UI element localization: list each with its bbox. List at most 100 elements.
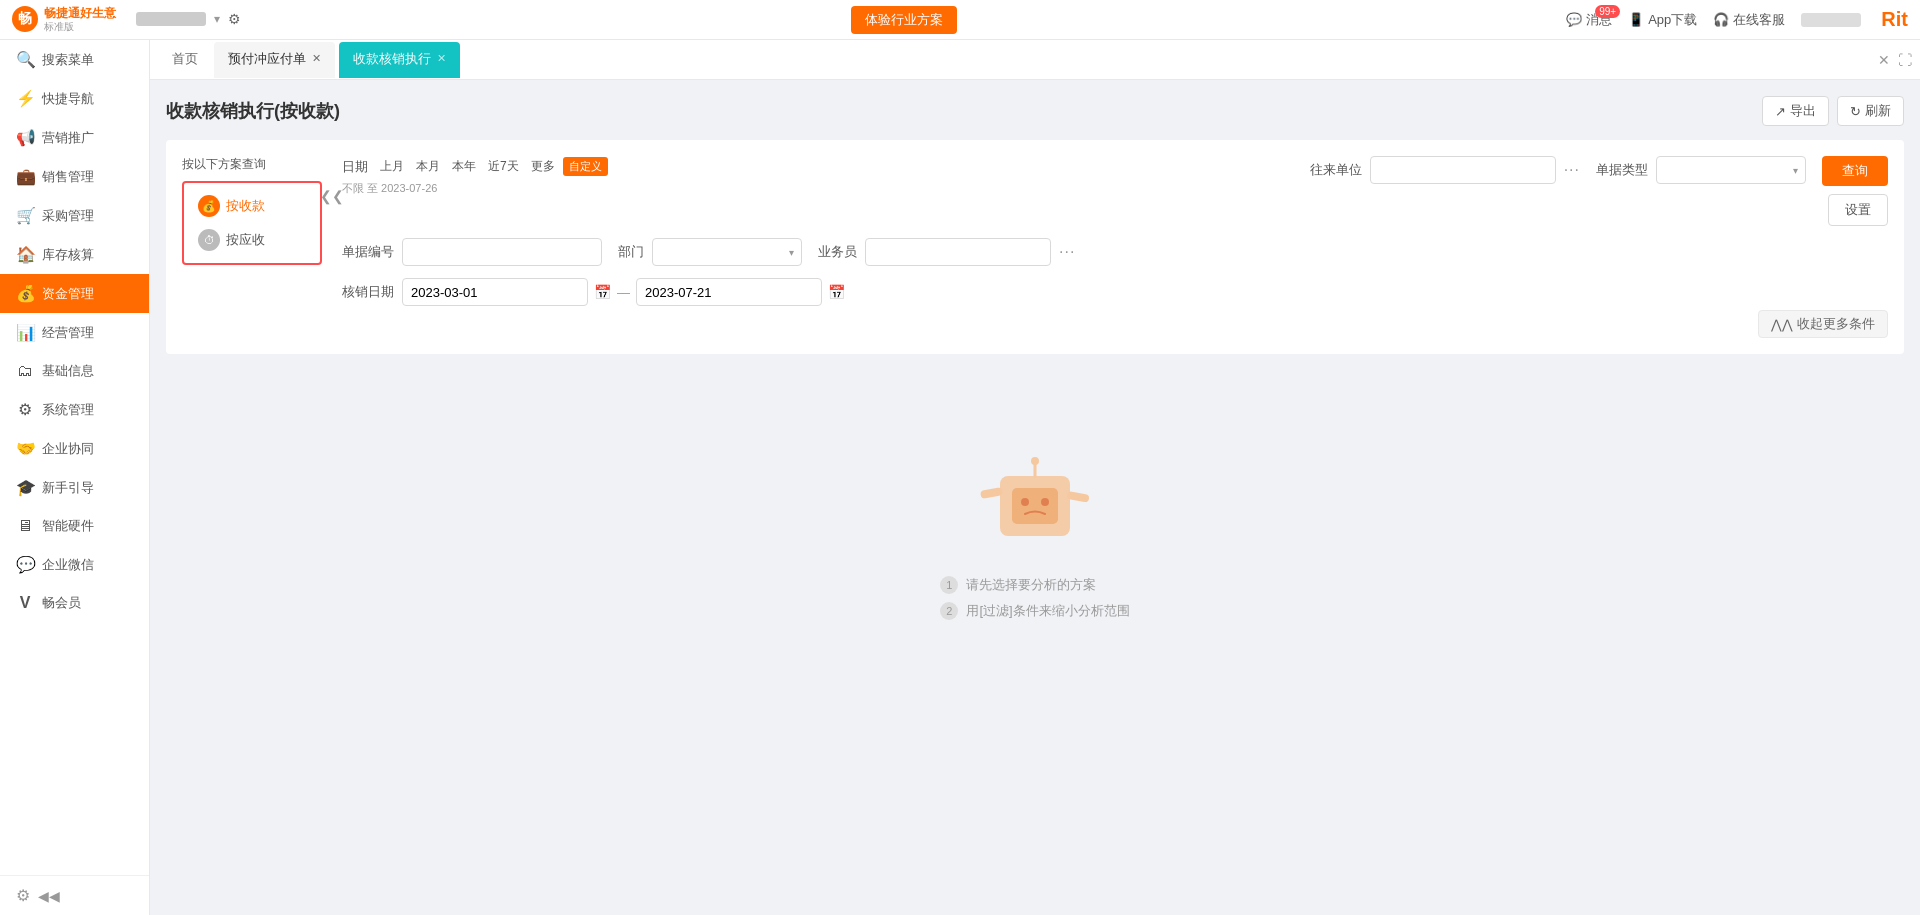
- step-1-number: 1: [940, 576, 958, 594]
- sidebar-collapse-button[interactable]: ◀◀: [38, 888, 60, 904]
- filter-row-3: 核销日期 📅 — 📅: [342, 278, 1888, 306]
- date-more[interactable]: 更多: [527, 156, 559, 177]
- sidebar-label-marketing: 营销推广: [42, 129, 94, 147]
- industry-button[interactable]: 体验行业方案: [851, 6, 957, 34]
- date-custom-badge[interactable]: 自定义: [563, 157, 608, 176]
- sidebar-label-shortcut: 快捷导航: [42, 90, 94, 108]
- sidebar-item-enterprise[interactable]: 🤝 企业协同: [0, 429, 149, 468]
- sidebar-item-member[interactable]: V 畅会员: [0, 584, 149, 622]
- system-icon: ⚙: [16, 400, 34, 419]
- export-button[interactable]: ↗ 导出: [1762, 96, 1829, 126]
- date-this-month[interactable]: 本月: [412, 156, 444, 177]
- sidebar-item-search[interactable]: 🔍 搜索菜单: [0, 40, 149, 79]
- sidebar-label-enterprise: 企业协同: [42, 440, 94, 458]
- sidebar-item-basic[interactable]: 🗂 基础信息: [0, 352, 149, 390]
- settings-bottom-icon[interactable]: ⚙: [16, 886, 30, 905]
- verify-date-label: 核销日期: [342, 283, 394, 301]
- counterparty-field: 往来单位 ···: [1310, 156, 1580, 184]
- tab-prepay-close-icon[interactable]: ✕: [312, 52, 321, 65]
- online-service-item[interactable]: 🎧 在线客服: [1713, 11, 1785, 29]
- message-badge: 99+: [1595, 5, 1620, 18]
- tab-receipt-close-icon[interactable]: ✕: [437, 52, 446, 65]
- date-last-7days[interactable]: 近7天: [484, 156, 523, 177]
- refresh-icon: ↻: [1850, 104, 1861, 119]
- brand: 畅 畅捷通好生意 标准版: [12, 6, 116, 32]
- tab-receipt[interactable]: 收款核销执行 ✕: [339, 42, 460, 78]
- date-last-month[interactable]: 上月: [376, 156, 408, 177]
- doc-type-label: 单据类型: [1596, 161, 1648, 179]
- svg-rect-1: [1012, 488, 1058, 524]
- tab-home[interactable]: 首页: [158, 42, 212, 78]
- main-layout: 🔍 搜索菜单 ⚡ 快捷导航 📢 营销推广 💼 销售管理 🛒 采购管理 🏠: [0, 40, 1920, 915]
- doc-type-field: 单据类型 ▾: [1596, 156, 1806, 184]
- query-button[interactable]: 查询: [1822, 156, 1888, 186]
- sidebar-item-inventory[interactable]: 🏠 库存核算: [0, 235, 149, 274]
- sidebar-item-management[interactable]: 📊 经营管理: [0, 313, 149, 352]
- verify-date-start-cal-icon[interactable]: 📅: [594, 284, 611, 300]
- sidebar: 🔍 搜索菜单 ⚡ 快捷导航 📢 营销推广 💼 销售管理 🛒 采购管理 🏠: [0, 40, 150, 915]
- sidebar-item-hardware[interactable]: 🖥 智能硬件: [0, 507, 149, 545]
- svg-rect-7: [1067, 491, 1090, 503]
- counterparty-input[interactable]: [1370, 156, 1556, 184]
- management-icon: 📊: [16, 323, 34, 342]
- search-icon: 🔍: [16, 50, 34, 69]
- dept-select[interactable]: [652, 238, 802, 266]
- sidebar-item-wechat[interactable]: 💬 企业微信: [0, 545, 149, 584]
- close-window-icon[interactable]: ✕: [1878, 52, 1890, 68]
- date-field: 日期 上月 本月 本年 近7天 更多 自定义: [342, 156, 608, 196]
- filter-option-by-receipt[interactable]: 💰 按收款: [190, 189, 314, 223]
- sidebar-bottom: ⚙ ◀◀: [0, 875, 149, 915]
- dept-select-wrapper: ▾: [652, 238, 802, 266]
- doc-no-label: 单据编号: [342, 243, 394, 261]
- filter-options-box: 💰 按收款 ⏱ 按应收: [182, 181, 322, 265]
- collapse-more-button[interactable]: ⋀⋀ 收起更多条件: [1758, 310, 1888, 338]
- settings-button[interactable]: 设置: [1828, 194, 1888, 226]
- sidebar-label-wechat: 企业微信: [42, 556, 94, 574]
- sidebar-nav: 🔍 搜索菜单 ⚡ 快捷导航 📢 营销推广 💼 销售管理 🛒 采购管理 🏠: [0, 40, 149, 622]
- refresh-button[interactable]: ↻ 刷新: [1837, 96, 1904, 126]
- basic-icon: 🗂: [16, 362, 34, 380]
- sidebar-item-sales[interactable]: 💼 销售管理: [0, 157, 149, 196]
- app-download-item[interactable]: 📱 App下载: [1628, 11, 1697, 29]
- dropdown-chevron-icon[interactable]: ▾: [214, 12, 220, 26]
- tab-prepay[interactable]: 预付冲应付单 ✕: [214, 42, 335, 78]
- sidebar-label-search: 搜索菜单: [42, 51, 94, 69]
- doc-type-select[interactable]: [1656, 156, 1806, 184]
- maximize-window-icon[interactable]: ⛶: [1898, 52, 1912, 68]
- filter-panel-inner: 按以下方案查询 💰 按收款 ⏱ 按应收: [182, 156, 1888, 306]
- sidebar-item-marketing[interactable]: 📢 营销推广: [0, 118, 149, 157]
- member-icon: V: [16, 594, 34, 612]
- sidebar-label-basic: 基础信息: [42, 362, 94, 380]
- svg-point-3: [1041, 498, 1049, 506]
- gear-icon[interactable]: ⚙: [228, 11, 241, 27]
- brand-name: 畅捷通好生意 标准版: [44, 6, 116, 32]
- date-label-row: 日期 上月 本月 本年 近7天 更多 自定义: [342, 156, 608, 177]
- verify-date-end-cal-icon[interactable]: 📅: [828, 284, 845, 300]
- sidebar-item-system[interactable]: ⚙ 系统管理: [0, 390, 149, 429]
- sidebar-item-purchase[interactable]: 🛒 采购管理: [0, 196, 149, 235]
- filter-collapse-button[interactable]: ❮❮: [322, 176, 342, 216]
- counterparty-dots[interactable]: ···: [1564, 161, 1580, 179]
- doc-no-input[interactable]: [402, 238, 602, 266]
- counterparty-label: 往来单位: [1310, 161, 1362, 179]
- salesman-input[interactable]: [865, 238, 1051, 266]
- top-bar-center: 体验行业方案: [851, 6, 957, 34]
- page-actions: ↗ 导出 ↻ 刷新: [1762, 96, 1904, 126]
- page-title: 收款核销执行(按收款): [166, 99, 340, 123]
- sidebar-item-guide[interactable]: 🎓 新手引导: [0, 468, 149, 507]
- verify-date-end-input[interactable]: [636, 278, 822, 306]
- sidebar-item-shortcut[interactable]: ⚡ 快捷导航: [0, 79, 149, 118]
- empty-illustration: [970, 446, 1100, 556]
- page-header: 收款核销执行(按收款) ↗ 导出 ↻ 刷新: [166, 96, 1904, 126]
- sidebar-item-finance[interactable]: 💰 资金管理: [0, 274, 149, 313]
- salesman-dots[interactable]: ···: [1059, 243, 1075, 261]
- inventory-icon: 🏠: [16, 245, 34, 264]
- filter-option-by-receivable[interactable]: ⏱ 按应收: [190, 223, 314, 257]
- brand-logo: 畅: [12, 6, 38, 32]
- message-item[interactable]: 💬 消息 99+: [1566, 11, 1612, 29]
- verify-date-group: 📅 — 📅: [402, 278, 845, 306]
- sidebar-label-purchase: 采购管理: [42, 207, 94, 225]
- date-this-year[interactable]: 本年: [448, 156, 480, 177]
- verify-date-start-input[interactable]: [402, 278, 588, 306]
- app-icon: 📱: [1628, 12, 1644, 27]
